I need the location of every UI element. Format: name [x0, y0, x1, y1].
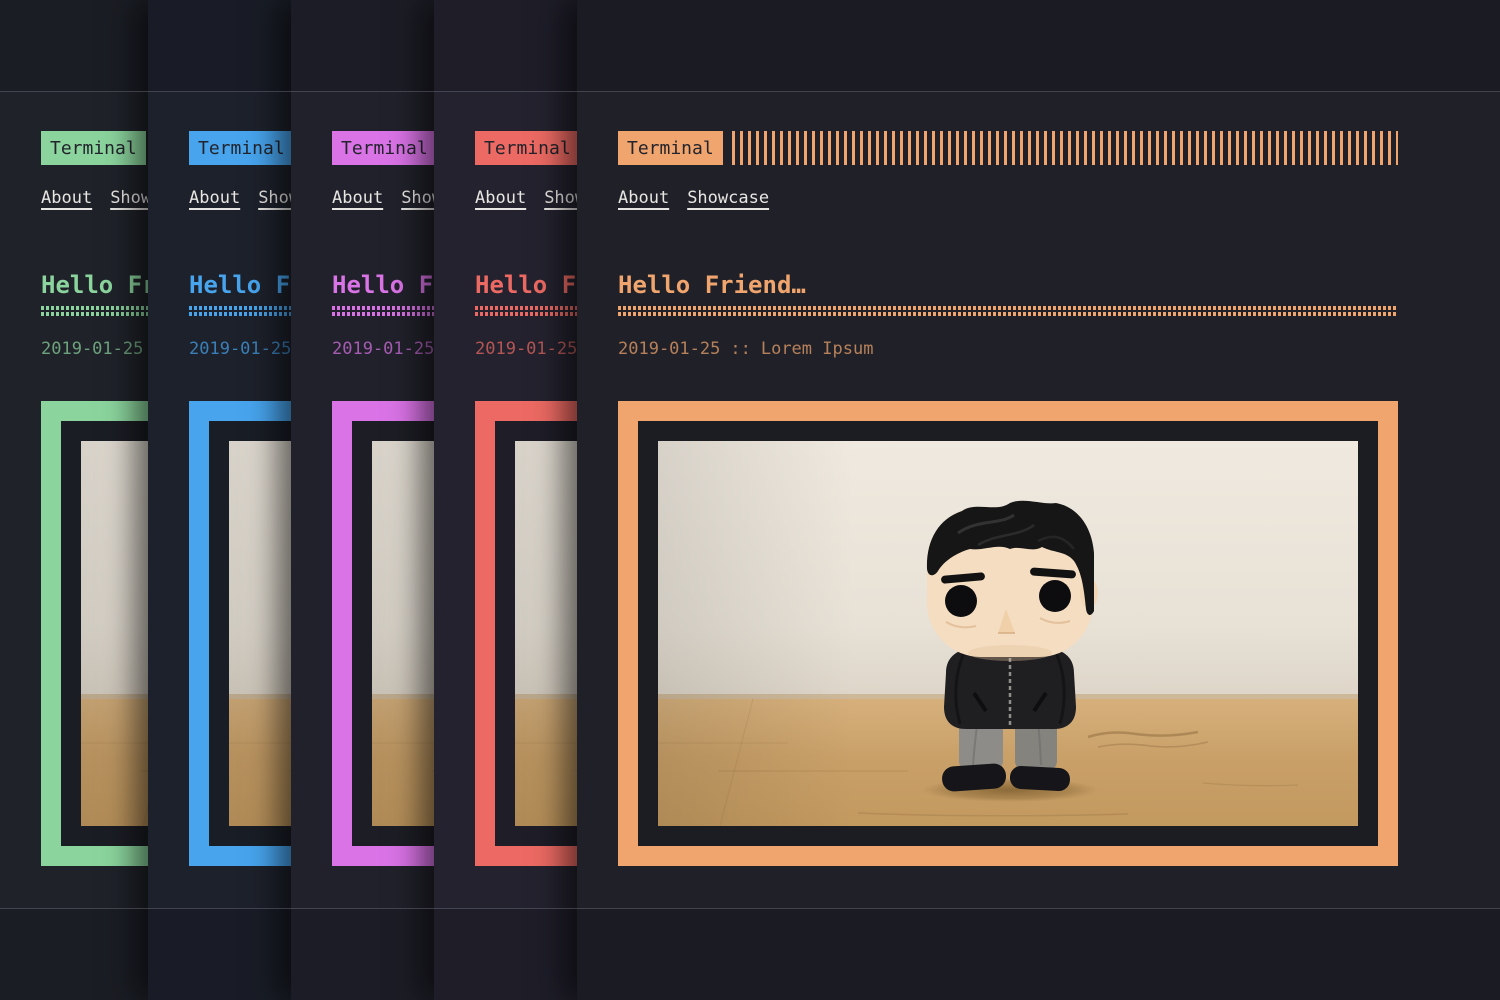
- post-date: 2019-01-25: [189, 340, 291, 358]
- post-cover-frame: [618, 401, 1398, 866]
- nav-link-about[interactable]: About: [618, 188, 669, 208]
- post-date: 2019-01-25: [475, 340, 577, 358]
- site-header: Terminal: [618, 131, 1398, 165]
- nav-link-about[interactable]: About: [475, 188, 526, 208]
- title-dotted-divider: [618, 306, 1398, 316]
- site-logo[interactable]: Terminal: [189, 131, 294, 165]
- site-logo[interactable]: Terminal: [618, 131, 723, 165]
- post-date: 2019-01-25: [332, 340, 434, 358]
- theme-variants-composite: Terminal About Showcase Hello Friend… 20…: [0, 0, 1500, 1000]
- cover-photo: [658, 441, 1358, 826]
- site-logo[interactable]: Terminal: [41, 131, 146, 165]
- post-date: 2019-01-25: [618, 340, 720, 358]
- post-meta: 2019-01-25 :: Lorem Ipsum: [618, 340, 1398, 358]
- site-logo[interactable]: Terminal: [332, 131, 437, 165]
- post-title: Hello Friend…: [618, 272, 1398, 298]
- nav-link-about[interactable]: About: [332, 188, 383, 208]
- nav-link-about[interactable]: About: [189, 188, 240, 208]
- nav-link-showcase[interactable]: Showcase: [687, 188, 769, 208]
- meta-separator: ::: [730, 340, 750, 358]
- theme-panel-orange: Terminal About Showcase Hello Friend… 20…: [577, 0, 1500, 1000]
- nav-link-about[interactable]: About: [41, 188, 92, 208]
- cover-photo-svg: [658, 441, 1358, 826]
- panel-content: Terminal About Showcase Hello Friend… 20…: [618, 131, 1398, 866]
- post-date: 2019-01-25: [41, 340, 143, 358]
- logo-stripes-decoration: [732, 131, 1398, 165]
- site-logo[interactable]: Terminal: [475, 131, 580, 165]
- main-nav: About Showcase: [618, 188, 1398, 208]
- post-subtitle: Lorem Ipsum: [761, 340, 874, 358]
